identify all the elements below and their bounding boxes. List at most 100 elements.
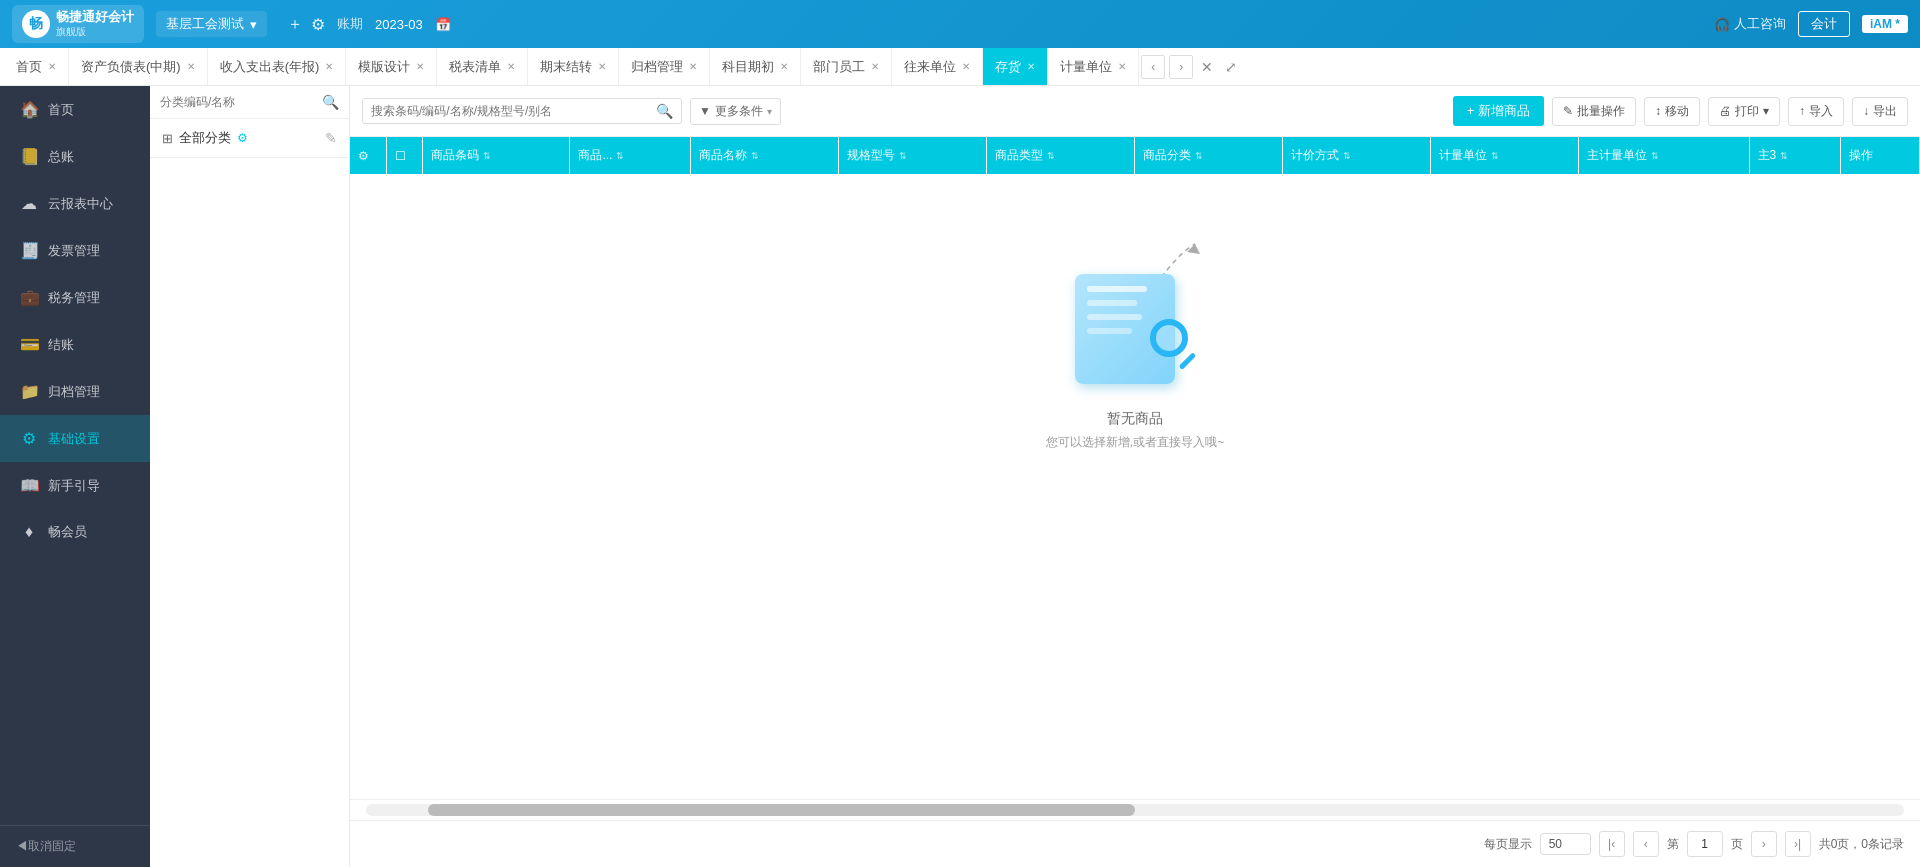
th-unit[interactable]: 计量单位 ⇅ <box>1430 137 1578 174</box>
cancel-pin-btn[interactable]: ◀取消固定 <box>0 825 150 867</box>
category-edit-icon[interactable]: ✎ <box>325 130 337 146</box>
total-records: 共0页，0条记录 <box>1819 836 1904 853</box>
sidebar-item-tax[interactable]: 💼 税务管理 <box>0 274 150 321</box>
sidebar-item-invoice[interactable]: 🧾 发票管理 <box>0 227 150 274</box>
th-settings[interactable]: ⚙ <box>350 137 386 174</box>
period-label: 账期 <box>337 15 363 33</box>
consult-btn[interactable]: 🎧 人工咨询 <box>1714 15 1786 33</box>
sidebar-item-home[interactable]: 🏠 首页 <box>0 86 150 133</box>
close-all-tabs-btn[interactable]: ✕ <box>1195 55 1219 79</box>
tab-balance[interactable]: 资产负债表(中期) ✕ <box>69 48 208 86</box>
tab-income[interactable]: 收入支出表(年报) ✕ <box>208 48 347 86</box>
settings-gear-icon: ⚙ <box>20 429 38 448</box>
tabs-prev-btn[interactable]: ‹ <box>1141 55 1165 79</box>
tab-close-subject[interactable]: ✕ <box>780 61 788 72</box>
sidebar-item-ledger[interactable]: 📒 总账 <box>0 133 150 180</box>
tab-close-template[interactable]: ✕ <box>416 61 424 72</box>
table-container: ⚙ ☐ 商品条码 ⇅ <box>350 137 1920 799</box>
tab-template[interactable]: 模版设计 ✕ <box>346 48 437 86</box>
th-name[interactable]: 商品名称 ⇅ <box>691 137 839 174</box>
tab-dept[interactable]: 部门员工 ✕ <box>801 48 892 86</box>
tab-subject[interactable]: 科目期初 ✕ <box>710 48 801 86</box>
iam-badge[interactable]: iAM * <box>1862 15 1908 33</box>
batch-icon: ✎ <box>1563 104 1573 118</box>
sidebar-item-settings[interactable]: ⚙ 基础设置 <box>0 415 150 462</box>
th-spec[interactable]: 规格型号 ⇅ <box>839 137 987 174</box>
tab-close-balance[interactable]: ✕ <box>187 61 195 72</box>
product-search-input[interactable] <box>371 104 650 118</box>
batch-ops-btn[interactable]: ✎ 批量操作 <box>1552 97 1636 126</box>
company-selector[interactable]: 基层工会测试 ▾ <box>156 11 267 37</box>
th-category[interactable]: 商品分类 ⇅ <box>1135 137 1283 174</box>
content-area: 🔍 ⊞ 全部分类 ⚙ ✎ 🔍 <box>150 86 1920 867</box>
th-main-unit[interactable]: 主计量单位 ⇅ <box>1578 137 1749 174</box>
empty-subtitle: 您可以选择新增,或者直接导入哦~ <box>1046 434 1224 451</box>
th-price-method[interactable]: 计价方式 ⇅ <box>1282 137 1430 174</box>
page-number-input[interactable] <box>1687 831 1723 857</box>
tab-close-period[interactable]: ✕ <box>598 61 606 72</box>
main-layout: 🏠 首页 📒 总账 ☁ 云报表中心 🧾 发票管理 💼 税务管理 💳 结账 📁 归… <box>0 86 1920 867</box>
tab-tax[interactable]: 税表清单 ✕ <box>437 48 528 86</box>
sort-icon-7: ⇅ <box>1343 151 1351 161</box>
checkbox-icon[interactable]: ☐ <box>395 149 406 163</box>
prev-page-btn[interactable]: ‹ <box>1633 831 1659 857</box>
tab-period-close[interactable]: 期末结转 ✕ <box>528 48 619 86</box>
export-btn[interactable]: ↓ 导出 <box>1852 97 1908 126</box>
first-page-btn[interactable]: |‹ <box>1599 831 1625 857</box>
tab-close-inventory[interactable]: ✕ <box>1027 61 1035 72</box>
th-checkbox[interactable]: ☐ <box>386 137 422 174</box>
account-btn[interactable]: 会计 <box>1798 11 1850 37</box>
tab-close-unit[interactable]: ✕ <box>1118 61 1126 72</box>
next-page-btn[interactable]: › <box>1751 831 1777 857</box>
sidebar-item-guide[interactable]: 📖 新手引导 <box>0 462 150 509</box>
th-barcode[interactable]: 商品条码 ⇅ <box>422 137 570 174</box>
col-settings-icon[interactable]: ⚙ <box>358 149 369 163</box>
tab-archive[interactable]: 归档管理 ✕ <box>619 48 710 86</box>
logo-area[interactable]: 畅 畅捷通好会计 旗舰版 <box>12 5 144 43</box>
sort-icon-8: ⇅ <box>1491 151 1499 161</box>
tab-home[interactable]: 首页 ✕ <box>4 48 69 86</box>
company-name: 基层工会测试 <box>166 15 244 33</box>
more-filter-btn[interactable]: ▼ 更多条件 ▾ <box>690 98 781 125</box>
th-extra[interactable]: 主3 ⇅ <box>1749 137 1841 174</box>
all-categories[interactable]: ⊞ 全部分类 ⚙ ✎ <box>150 119 349 158</box>
tab-close-tax[interactable]: ✕ <box>507 61 515 72</box>
tab-partner[interactable]: 往来单位 ✕ <box>892 48 983 86</box>
scroll-thumb[interactable] <box>428 804 1135 816</box>
tab-inventory[interactable]: 存货 ✕ <box>983 48 1048 86</box>
th-type[interactable]: 商品类型 ⇅ <box>987 137 1135 174</box>
category-search-input[interactable] <box>160 95 316 109</box>
dropdown-icon: ▾ <box>250 17 257 32</box>
sidebar-item-checkout[interactable]: 💳 结账 <box>0 321 150 368</box>
checkout-icon: 💳 <box>20 335 38 354</box>
page-size-select[interactable]: 50 10 20 100 <box>1540 833 1591 855</box>
calendar-icon[interactable]: 📅 <box>435 17 451 32</box>
tab-close-dept[interactable]: ✕ <box>871 61 879 72</box>
tab-close-income[interactable]: ✕ <box>325 61 333 72</box>
sidebar-item-member[interactable]: ♦ 畅会员 <box>0 509 150 555</box>
move-btn[interactable]: ↕ 移动 <box>1644 97 1700 126</box>
period-value: 2023-03 <box>375 17 423 32</box>
th-sku[interactable]: 商品... ⇅ <box>570 137 691 174</box>
category-settings-icon[interactable]: ⚙ <box>237 131 248 145</box>
print-btn[interactable]: 🖨 打印 ▾ <box>1708 97 1780 126</box>
product-search-icon[interactable]: 🔍 <box>656 103 673 119</box>
tab-close-archive[interactable]: ✕ <box>689 61 697 72</box>
tabs-next-btn[interactable]: › <box>1169 55 1193 79</box>
sidebar-item-archive[interactable]: 📁 归档管理 <box>0 368 150 415</box>
last-page-btn[interactable]: ›| <box>1785 831 1811 857</box>
tab-unit[interactable]: 计量单位 ✕ <box>1048 48 1139 86</box>
category-search-icon[interactable]: 🔍 <box>322 94 339 110</box>
tab-close-partner[interactable]: ✕ <box>962 61 970 72</box>
sidebar-item-cloud[interactable]: ☁ 云报表中心 <box>0 180 150 227</box>
headset-icon: 🎧 <box>1714 17 1730 32</box>
import-btn[interactable]: ↑ 导入 <box>1788 97 1844 126</box>
settings-icon[interactable]: ⚙ <box>311 15 325 34</box>
scroll-track[interactable] <box>366 804 1904 816</box>
add-icon[interactable]: ＋ <box>287 14 303 35</box>
tab-close-home[interactable]: ✕ <box>48 61 56 72</box>
page-inner: 🔍 ⊞ 全部分类 ⚙ ✎ 🔍 <box>150 86 1920 867</box>
expand-tabs-btn[interactable]: ⤢ <box>1219 55 1243 79</box>
horizontal-scrollbar[interactable] <box>350 799 1920 820</box>
add-product-btn[interactable]: + 新增商品 <box>1453 96 1544 126</box>
